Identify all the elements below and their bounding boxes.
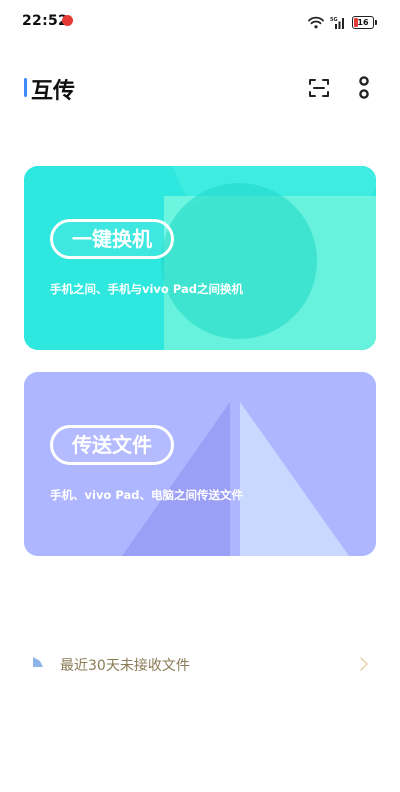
- battery-icon: 16: [352, 15, 377, 29]
- battery-percent: 16: [357, 17, 369, 27]
- switch-phone-title: 一键换机: [50, 219, 174, 259]
- switch-phone-description: 手机之间、手机与vivo Pad之间换机: [50, 282, 243, 296]
- app-header: 互传: [0, 66, 400, 106]
- status-icons: 5G 16: [308, 14, 377, 30]
- app-notification-icon: [62, 15, 73, 26]
- chevron-right-icon: [360, 657, 368, 671]
- scan-icon[interactable]: [307, 76, 331, 100]
- recent-files-row[interactable]: 最近30天未接收文件: [0, 642, 400, 686]
- wifi-icon: [308, 16, 324, 28]
- transfer-files-title: 传送文件: [50, 425, 174, 465]
- signal-icon: 5G: [330, 17, 344, 29]
- recent-files-label: 最近30天未接收文件: [60, 658, 190, 674]
- page-title: 互传: [31, 79, 76, 104]
- more-icon[interactable]: [352, 75, 376, 101]
- file-icon: [33, 657, 43, 667]
- status-bar: 22:52 5G 16: [0, 0, 400, 44]
- transfer-files-description: 手机、vivo Pad、电脑之间传送文件: [50, 488, 243, 502]
- svg-text:5G: 5G: [330, 17, 338, 23]
- switch-phone-card[interactable]: 一键换机 手机之间、手机与vivo Pad之间换机: [24, 166, 376, 350]
- title-accent-bar: [24, 78, 27, 97]
- transfer-files-card[interactable]: 传送文件 手机、vivo Pad、电脑之间传送文件: [24, 372, 376, 556]
